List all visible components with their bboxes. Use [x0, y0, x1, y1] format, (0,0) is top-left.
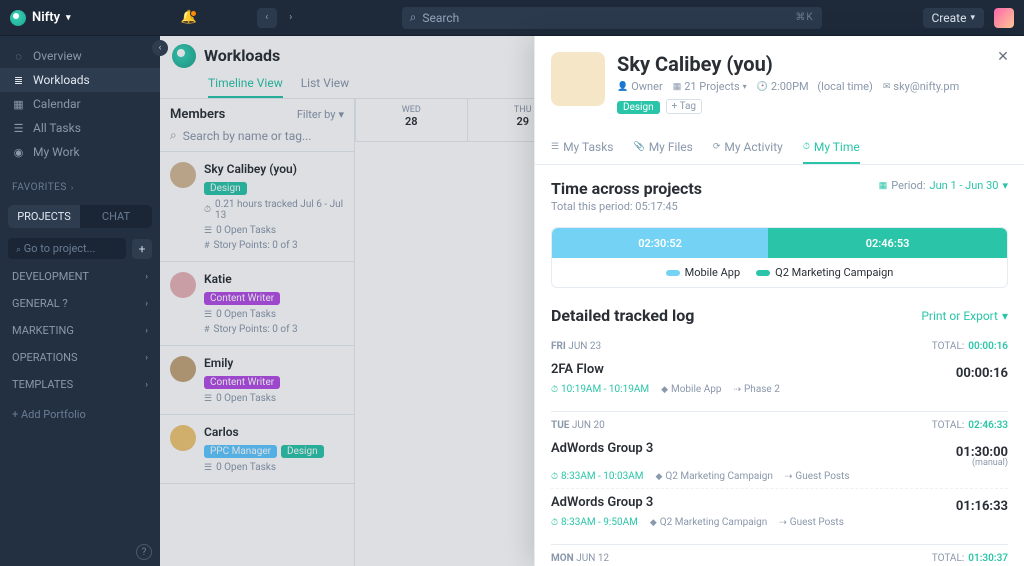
content-area: Workloads Timeline View List View Member…	[160, 36, 1024, 566]
search-shortcut: ⌘K	[795, 12, 813, 23]
create-button[interactable]: Create ▾	[923, 8, 984, 28]
entry-title: AdWords Group 3	[551, 441, 653, 468]
tab-projects[interactable]: PROJECTS	[8, 205, 80, 228]
log-day-header: MON JUN 12TOTAL:01:30:37	[551, 544, 1008, 566]
project-group[interactable]: OPERATIONS›	[0, 344, 160, 371]
entry-milestone[interactable]: ⇢Phase 2	[733, 384, 779, 395]
chevron-right-icon: ›	[145, 272, 148, 282]
chevron-right-icon: ›	[145, 353, 148, 363]
legend-item: Q2 Marketing Campaign	[756, 266, 893, 279]
project-group[interactable]: TEMPLATES›	[0, 371, 160, 398]
entry-time-range: ⏱8:33AM - 9:50AM	[551, 517, 638, 528]
log-day-header: FRI JUN 23TOTAL:00:00:16	[551, 333, 1008, 356]
back-button[interactable]: ‹	[257, 8, 277, 28]
project-group[interactable]: GENERAL ?›	[0, 290, 160, 317]
sidebar-tabs: PROJECTS CHAT	[8, 205, 152, 228]
user-role: 👤Owner	[617, 80, 663, 93]
sidebar-item-workloads[interactable]: ≣Workloads	[0, 68, 160, 92]
period-selector[interactable]: ▦ Period: Jun 1 - Jun 30 ▾	[879, 179, 1008, 192]
entry-milestone[interactable]: ⇢Guest Posts	[779, 517, 844, 528]
search-icon: ⌕	[16, 245, 21, 255]
entry-title: 2FA Flow	[551, 362, 604, 381]
time-section-subtitle: Total this period: 05:17:45	[551, 200, 702, 213]
sidebar-item-my-work[interactable]: ◉My Work	[0, 140, 160, 164]
tab-my-activity[interactable]: ⟳My Activity	[713, 132, 783, 164]
tab-my-files[interactable]: 📎My Files	[633, 132, 692, 164]
chevron-right-icon: ›	[71, 183, 74, 192]
entry-project[interactable]: ◆Q2 Marketing Campaign	[655, 471, 772, 482]
forward-button[interactable]: ›	[281, 8, 301, 28]
chevron-right-icon: ›	[145, 299, 148, 309]
current-user-avatar[interactable]	[994, 8, 1014, 28]
log-entry[interactable]: AdWords Group 3 01:16:33 ⏱8:33AM - 9:50A…	[551, 488, 1008, 534]
sidebar-item-overview[interactable]: ◌Overview	[0, 44, 160, 68]
topbar: Nifty ▾ 🔔 ‹ › ⌕ Search ⌘K Create ▾	[0, 0, 1024, 36]
notifications-icon[interactable]: 🔔	[181, 10, 197, 25]
entry-duration: 00:00:16	[956, 366, 1008, 381]
chevron-down-icon: ▾	[66, 13, 71, 23]
time-bar-chart: 02:30:52 02:46:53 Mobile App Q2 Marketin…	[551, 227, 1008, 288]
time-section-title: Time across projects	[551, 179, 702, 198]
goto-project-input[interactable]: ⌕ Go to project...	[8, 238, 126, 259]
nav-icon: ▦	[12, 98, 25, 111]
user-detail-panel: ✕ Sky Calibey (you) 👤Owner ▦21 Projects …	[534, 36, 1024, 566]
log-entry[interactable]: AdWords Group 3 01:30:00(manual) ⏱8:33AM…	[551, 435, 1008, 488]
legend-item: Mobile App	[666, 266, 741, 279]
nav-icon: ◉	[12, 146, 25, 159]
global-search[interactable]: ⌕ Search ⌘K	[402, 7, 822, 29]
collapse-sidebar-button[interactable]: ‹	[152, 40, 168, 56]
project-group[interactable]: MARKETING›	[0, 317, 160, 344]
sidebar-item-all-tasks[interactable]: ☰All Tasks	[0, 116, 160, 140]
nav-icon: ≣	[12, 74, 25, 87]
calendar-icon: ▦	[879, 181, 888, 191]
entry-duration: 01:16:33	[956, 499, 1008, 514]
user-avatar	[551, 52, 605, 106]
chevron-down-icon: ▾	[970, 13, 975, 23]
search-placeholder: Search	[422, 11, 459, 25]
entry-time-range: ⏱8:33AM - 10:03AM	[551, 471, 643, 482]
entry-project[interactable]: ◆Q2 Marketing Campaign	[650, 517, 767, 528]
sidebar-item-calendar[interactable]: ▦Calendar	[0, 92, 160, 116]
tab-my-tasks[interactable]: ☰My Tasks	[551, 132, 613, 164]
nav-icon: ☰	[12, 122, 25, 135]
add-tag-button[interactable]: + Tag	[666, 99, 702, 114]
log-entry[interactable]: 2FA Flow 00:00:16 ⏱10:19AM - 10:19AM ◆Mo…	[551, 356, 1008, 401]
project-group[interactable]: DEVELOPMENT›	[0, 263, 160, 290]
role-tag: Design	[617, 101, 660, 114]
chevron-right-icon: ›	[145, 380, 148, 390]
chevron-right-icon: ›	[145, 326, 148, 336]
log-day-header: TUE JUN 20TOTAL:02:46:33	[551, 411, 1008, 435]
user-projects[interactable]: ▦21 Projects ▾	[673, 80, 747, 93]
help-button[interactable]: ?	[136, 544, 152, 560]
entry-project[interactable]: ◆Mobile App	[661, 384, 721, 395]
chevron-down-icon: ▾	[1002, 309, 1008, 323]
entry-milestone[interactable]: ⇢Guest Posts	[785, 471, 850, 482]
brand-logo-icon	[10, 10, 26, 26]
bar-segment-mobile-app[interactable]: 02:30:52	[552, 228, 768, 258]
brand-label: Nifty	[32, 10, 60, 25]
entry-title: AdWords Group 3	[551, 495, 653, 514]
print-export-button[interactable]: Print or Export▾	[921, 309, 1008, 323]
user-email[interactable]: ✉sky@nifty.pm	[883, 80, 959, 93]
brand[interactable]: Nifty ▾	[10, 10, 71, 26]
log-title: Detailed tracked log	[551, 306, 694, 325]
sidebar: ‹ ◌Overview≣Workloads▦Calendar☰All Tasks…	[0, 36, 160, 566]
favorites-section-label[interactable]: FAVORITES ›	[0, 172, 160, 199]
bar-segment-q2-marketing[interactable]: 02:46:53	[768, 228, 1007, 258]
add-portfolio-button[interactable]: + Add Portfolio	[0, 398, 160, 431]
tab-my-time[interactable]: ⏱My Time	[803, 132, 860, 164]
user-name: Sky Calibey (you)	[617, 52, 959, 76]
user-local-time: 🕑2:00PM (local time)	[757, 80, 873, 93]
nav-icon: ◌	[12, 50, 25, 63]
history-nav: ‹ ›	[257, 8, 301, 28]
entry-time-range: ⏱10:19AM - 10:19AM	[551, 384, 649, 395]
add-project-button[interactable]: +	[132, 239, 152, 259]
search-icon: ⌕	[410, 10, 417, 25]
chevron-down-icon: ▾	[1002, 179, 1008, 192]
tab-chat[interactable]: CHAT	[80, 205, 152, 228]
